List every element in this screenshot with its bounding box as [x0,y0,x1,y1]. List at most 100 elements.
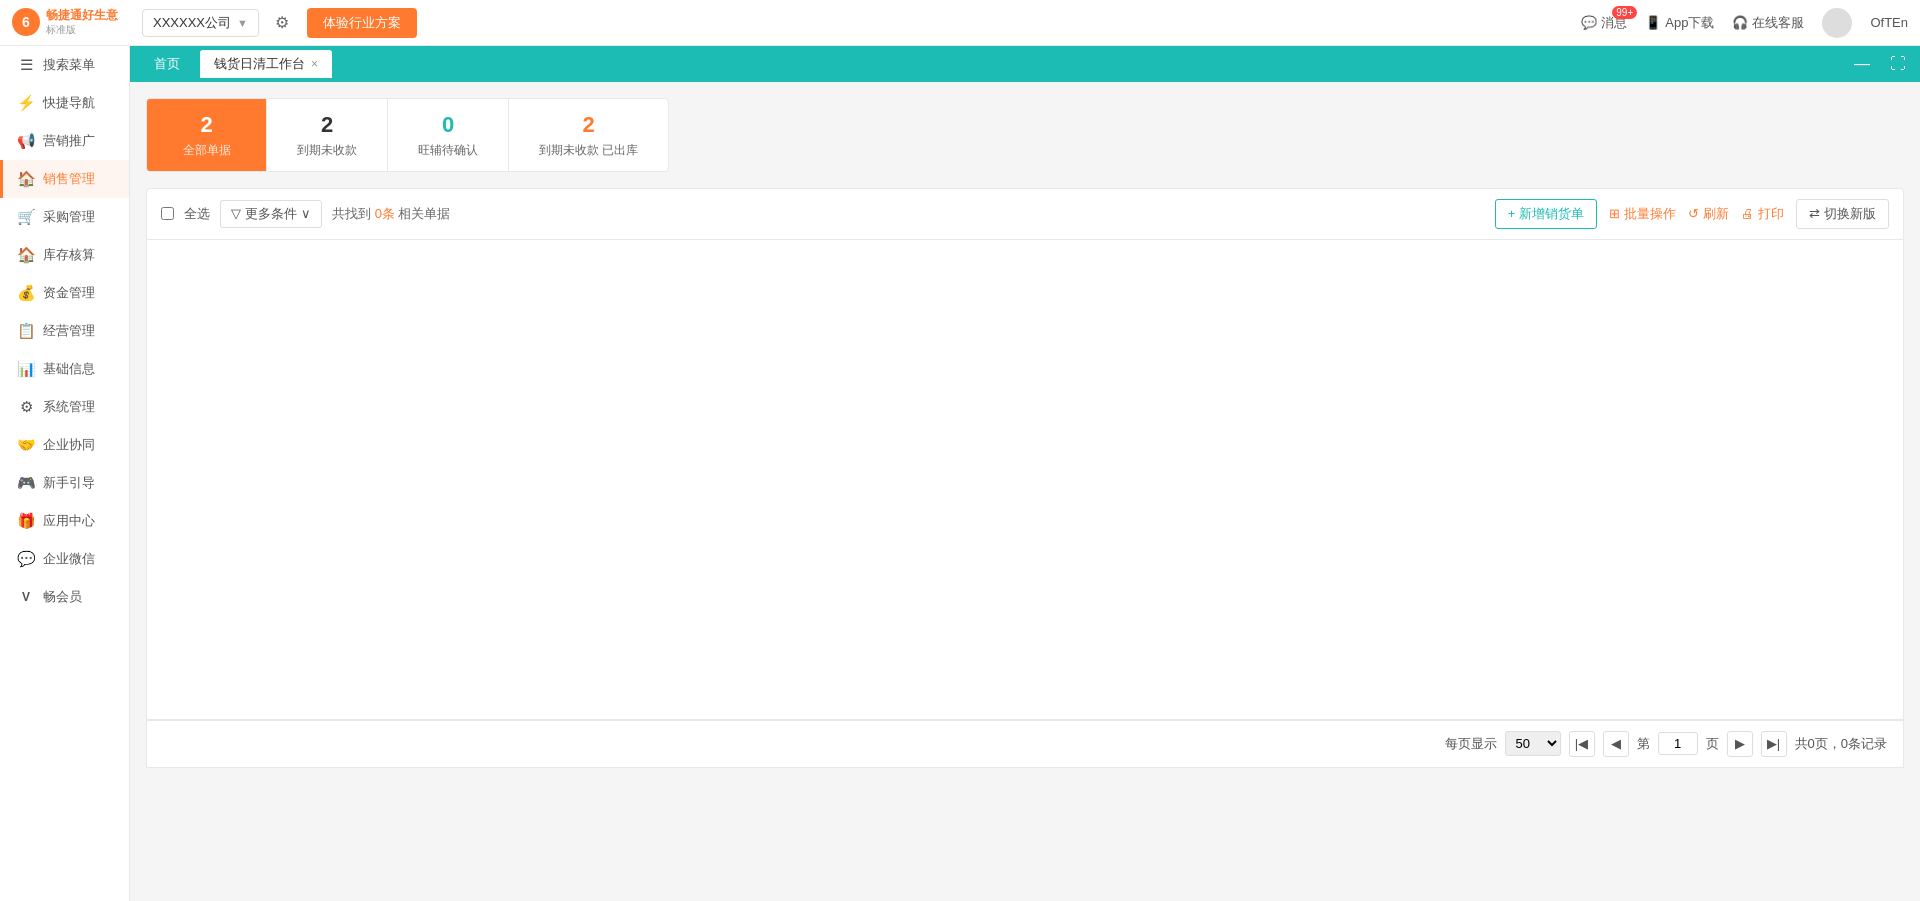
filter-label: 更多条件 [245,205,297,223]
sidebar-item-label: 企业微信 [43,550,95,568]
marketing-icon: 📢 [17,132,35,150]
search-menu-icon: ☰ [17,56,35,74]
sidebar-item-capital[interactable]: 💰 资金管理 [0,274,129,312]
found-suffix: 相关单据 [398,206,450,221]
sidebar-item-app-center[interactable]: 🎁 应用中心 [0,502,129,540]
sidebar: ☰ 搜索菜单 ⚡ 快捷导航 📢 营销推广 🏠 销售管理 🛒 采购管理 🏠 库存核… [0,46,130,901]
sidebar-item-label: 快捷导航 [43,94,95,112]
switch-version-button[interactable]: ⇄ 切换新版 [1796,199,1889,229]
print-button[interactable]: 🖨 打印 [1741,205,1784,223]
tab-home[interactable]: 首页 [138,46,196,82]
sidebar-item-label: 畅会员 [43,588,82,606]
toolbar: 全选 ▽ 更多条件 ∨ 共找到 0条 相关单据 + 新增销货单 ⊞ 批量操作 ↺… [146,188,1904,240]
sidebar-item-label: 营销推广 [43,132,95,150]
app-download-label: App下载 [1665,14,1714,32]
message-button[interactable]: 💬 消息 99+ [1581,14,1627,32]
page-suffix: 页 [1706,735,1719,753]
per-page-select[interactable]: 50 20 100 [1505,731,1561,756]
sidebar-item-quick-nav[interactable]: ⚡ 快捷导航 [0,84,129,122]
tab-minimize-icon[interactable]: — [1848,53,1876,75]
tab-home-label: 首页 [154,55,180,73]
sidebar-item-newbie[interactable]: 🎮 新手引导 [0,464,129,502]
sales-icon: 🏠 [17,170,35,188]
sidebar-item-sales[interactable]: 🏠 销售管理 [0,160,129,198]
sidebar-item-purchase[interactable]: 🛒 采购管理 [0,198,129,236]
logo-icon: 6 [12,8,40,36]
stat-card-all[interactable]: 2 全部单据 [147,99,267,171]
found-prefix: 共找到 [332,206,371,221]
sidebar-item-label: 采购管理 [43,208,95,226]
prev-page-button[interactable]: ◀ [1603,731,1629,757]
system-icon: ⚙ [17,398,35,416]
select-all-label: 全选 [184,205,210,223]
batch-operation-button[interactable]: ⊞ 批量操作 [1609,205,1676,223]
batch-icon: ⊞ [1609,206,1620,221]
tab-qian-huo-label: 钱货日清工作台 [214,55,305,73]
app-center-icon: 🎁 [17,512,35,530]
sidebar-item-label: 新手引导 [43,474,95,492]
logo-text-area: 畅捷通好生意 标准版 [46,8,118,36]
stat-label-wangpu: 旺辅待确认 [418,142,478,159]
pagination-bar: 每页显示 50 20 100 |◀ ◀ 第 1 页 ▶ ▶| 共0页，0条记录 [146,720,1904,768]
select-all-checkbox[interactable] [161,207,174,220]
per-page-label: 每页显示 [1445,735,1497,753]
sidebar-item-system[interactable]: ⚙ 系统管理 [0,388,129,426]
message-badge: 99+ [1612,6,1637,19]
stat-number-wangpu: 0 [418,111,478,140]
stat-label-all: 全部单据 [177,142,236,159]
next-page-button[interactable]: ▶ [1727,731,1753,757]
sidebar-item-enterprise[interactable]: 🤝 企业协同 [0,426,129,464]
add-sales-order-button[interactable]: + 新增销货单 [1495,199,1597,229]
app-download-button[interactable]: 📱 App下载 [1645,14,1714,32]
wechat-icon: 💬 [17,550,35,568]
settings-button[interactable]: ⚙ [267,8,297,38]
stat-card-overdue-shipped[interactable]: 2 到期未收款 已出库 [509,99,668,171]
filter-button[interactable]: ▽ 更多条件 ∨ [220,200,322,228]
enterprise-icon: 🤝 [17,436,35,454]
sidebar-item-marketing[interactable]: 📢 营销推广 [0,122,129,160]
sidebar-item-label: 企业协同 [43,436,95,454]
newbie-icon: 🎮 [17,474,35,492]
company-name: XXXXXX公司 [153,14,231,32]
avatar[interactable] [1822,8,1852,38]
page-input[interactable]: 1 [1658,732,1698,755]
sidebar-item-basic[interactable]: 📊 基础信息 [0,350,129,388]
message-icon: 💬 [1581,15,1597,30]
switch-label: 切换新版 [1824,205,1876,223]
total-label: 共0页，0条记录 [1795,735,1887,753]
filter-icon: ▽ [231,206,241,221]
refresh-icon: ↺ [1688,206,1699,221]
tab-qian-huo[interactable]: 钱货日清工作台 × [200,50,332,78]
stat-card-overdue[interactable]: 2 到期未收款 [267,99,388,171]
online-service-button[interactable]: 🎧 在线客服 [1732,14,1804,32]
tab-bar: 首页 钱货日清工作台 × — ⛶ [130,46,1920,82]
tab-close-icon[interactable]: × [311,57,318,71]
print-label: 打印 [1758,205,1784,223]
company-selector[interactable]: XXXXXX公司 ▼ [142,9,259,37]
first-page-button[interactable]: |◀ [1569,731,1595,757]
sidebar-item-search-menu[interactable]: ☰ 搜索菜单 [0,46,129,84]
trial-button[interactable]: 体验行业方案 [307,8,417,38]
sidebar-item-inventory[interactable]: 🏠 库存核算 [0,236,129,274]
last-page-button[interactable]: ▶| [1761,731,1787,757]
online-service-label: 在线客服 [1752,14,1804,32]
sidebar-item-operation[interactable]: 📋 经营管理 [0,312,129,350]
app-download-icon: 📱 [1645,15,1661,30]
avatar-name: OfTEn [1870,15,1908,30]
inventory-icon: 🏠 [17,246,35,264]
sidebar-item-member[interactable]: V 畅会员 [0,578,129,616]
refresh-button[interactable]: ↺ 刷新 [1688,205,1729,223]
print-icon: 🖨 [1741,206,1754,221]
stat-card-wangpu[interactable]: 0 旺辅待确认 [388,99,509,171]
sidebar-item-label: 系统管理 [43,398,95,416]
logo-sub: 标准版 [46,23,118,37]
quick-nav-icon: ⚡ [17,94,35,112]
tab-expand-icon[interactable]: ⛶ [1884,53,1912,75]
table-area [146,240,1904,720]
sidebar-item-wechat[interactable]: 💬 企业微信 [0,540,129,578]
tab-bar-actions: — ⛶ [1848,53,1912,75]
switch-icon: ⇄ [1809,206,1820,221]
found-count: 0条 [375,206,395,221]
sidebar-item-label: 资金管理 [43,284,95,302]
filter-dropdown-icon: ∨ [301,206,311,221]
